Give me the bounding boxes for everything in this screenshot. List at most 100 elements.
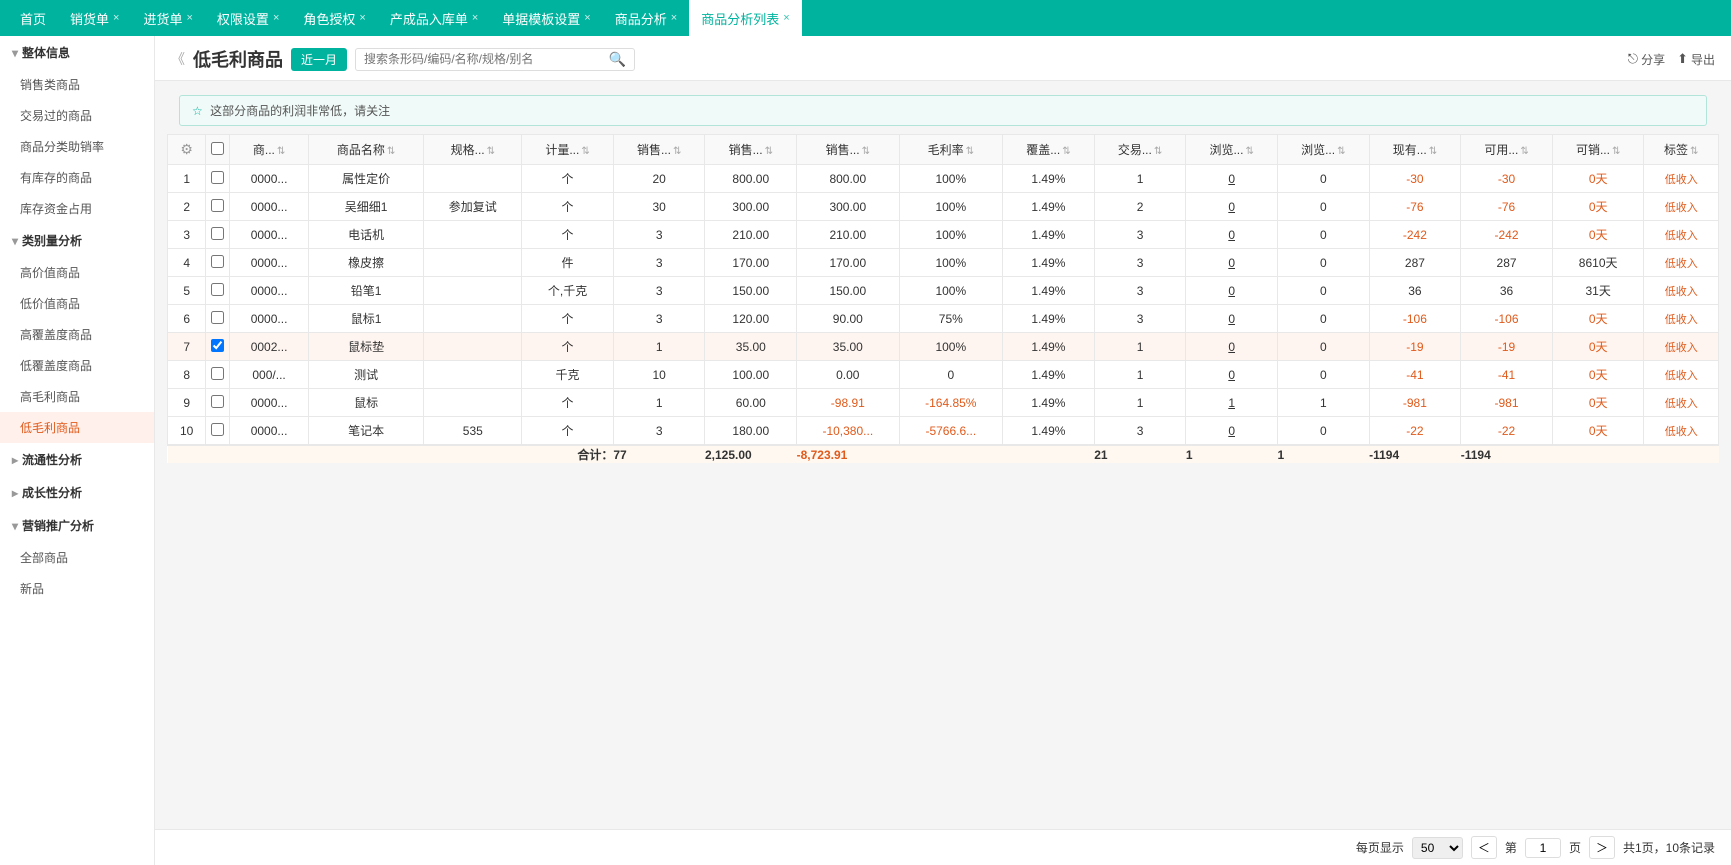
col-sales-price[interactable]: 销售...⇅ [705,135,797,165]
sidebar-item-high-coverage[interactable]: 高覆盖度商品 [0,319,154,350]
page-input[interactable] [1525,838,1561,858]
close-permissions-icon[interactable]: × [273,12,279,24]
nav-analysis-list[interactable]: 商品分析列表 × [689,0,801,36]
sidebar-item-sales-goods[interactable]: 销售类商品 [0,69,154,100]
row-checkbox[interactable] [211,199,224,212]
row-browse1[interactable]: 1 [1186,389,1278,417]
sidebar-group-marketing[interactable]: ▾ 营销推广分析 [0,509,154,542]
col-spec[interactable]: 规格...⇅ [424,135,522,165]
row-checkbox-cell[interactable] [206,193,230,221]
row-browse1[interactable]: 0 [1186,305,1278,333]
sort-tag-icon[interactable]: ⇅ [1690,146,1698,157]
sort-sq-icon[interactable]: ⇅ [673,146,681,157]
row-browse1[interactable]: 0 [1186,221,1278,249]
row-browse1[interactable]: 0 [1186,165,1278,193]
page-size-select[interactable]: 50 20 100 [1412,837,1463,859]
nav-roles[interactable]: 角色授权 × [291,0,377,36]
next-page-button[interactable]: ＞ [1589,836,1615,859]
share-button[interactable]: ⎋ 分享 [1628,51,1665,68]
row-checkbox-cell[interactable] [206,221,230,249]
sort-av-icon[interactable]: ⇅ [1520,146,1528,157]
col-saleable[interactable]: 可销...⇅ [1552,135,1644,165]
search-icon[interactable]: 🔍 [609,51,626,68]
sidebar-group-flow[interactable]: ▸ 流通性分析 [0,443,154,476]
row-checkbox[interactable] [211,227,224,240]
sidebar-item-low-value[interactable]: 低价值商品 [0,288,154,319]
nav-purchase[interactable]: 进货单 × [131,0,204,36]
row-checkbox[interactable] [211,423,224,436]
sidebar-item-high-value[interactable]: 高价值商品 [0,257,154,288]
close-templates-icon[interactable]: × [584,12,590,24]
row-browse1[interactable]: 0 [1186,333,1278,361]
sidebar-item-high-margin[interactable]: 高毛利商品 [0,381,154,412]
sort-gm-icon[interactable]: ⇅ [966,146,974,157]
prev-page-button[interactable]: ＜ [1471,836,1497,859]
row-checkbox[interactable] [211,311,224,324]
col-stock[interactable]: 现有...⇅ [1369,135,1461,165]
export-button[interactable]: ⬆ 导出 [1677,51,1715,68]
gear-icon[interactable]: ⚙ [180,141,193,157]
col-browse2[interactable]: 浏览...⇅ [1277,135,1369,165]
sidebar-item-traded-goods[interactable]: 交易过的商品 [0,100,154,131]
sort-cov-icon[interactable]: ⇅ [1062,146,1070,157]
col-code[interactable]: 商...⇅ [230,135,308,165]
col-coverage[interactable]: 覆盖...⇅ [1003,135,1095,165]
row-browse1[interactable]: 0 [1186,249,1278,277]
row-browse1[interactable]: 0 [1186,361,1278,389]
collapse-sidebar-icon[interactable]: 《 [171,49,185,69]
close-sales-icon[interactable]: × [113,12,119,24]
close-analysis-icon[interactable]: × [671,12,677,24]
close-purchase-icon[interactable]: × [186,12,192,24]
row-browse1[interactable]: 0 [1186,277,1278,305]
sort-st-icon[interactable]: ⇅ [1429,146,1437,157]
table-container[interactable]: ⚙ 商...⇅ 商品名称⇅ 规格...⇅ 计量...⇅ 销售...⇅ 销售...… [155,126,1731,829]
sort-unit-icon[interactable]: ⇅ [581,146,589,157]
sidebar-group-category[interactable]: ▾ 类别量分析 [0,224,154,257]
col-gear[interactable]: ⚙ [168,135,206,165]
filter-button[interactable]: 近一月 [291,48,347,71]
nav-templates[interactable]: 单据模板设置 × [490,0,602,36]
sidebar-item-new-goods[interactable]: 新品 [0,573,154,604]
row-checkbox-cell[interactable] [206,417,230,446]
sort-code-icon[interactable]: ⇅ [277,146,285,157]
row-checkbox-cell[interactable] [206,333,230,361]
sort-b1-icon[interactable]: ⇅ [1245,146,1253,157]
close-roles-icon[interactable]: × [359,12,365,24]
col-unit[interactable]: 计量...⇅ [522,135,614,165]
search-input[interactable] [364,52,609,66]
select-all-checkbox[interactable] [211,142,224,155]
col-trade-qty[interactable]: 交易...⇅ [1094,135,1186,165]
sort-b2-icon[interactable]: ⇅ [1337,146,1345,157]
row-checkbox[interactable] [211,339,224,352]
col-sales-amount[interactable]: 销售...⇅ [797,135,899,165]
sidebar-item-low-coverage[interactable]: 低覆盖度商品 [0,350,154,381]
sort-name-icon[interactable]: ⇅ [387,146,395,157]
row-browse1[interactable]: 0 [1186,417,1278,446]
sort-tq-icon[interactable]: ⇅ [1154,146,1162,157]
nav-permissions[interactable]: 权限设置 × [205,0,291,36]
row-checkbox-cell[interactable] [206,165,230,193]
sidebar-item-category-rate[interactable]: 商品分类助销率 [0,131,154,162]
sidebar-group-growth[interactable]: ▸ 成长性分析 [0,476,154,509]
row-browse1[interactable]: 0 [1186,193,1278,221]
close-analysis-list-icon[interactable]: × [783,12,789,24]
col-browse1[interactable]: 浏览...⇅ [1186,135,1278,165]
sidebar-item-low-margin[interactable]: 低毛利商品 [0,412,154,443]
sort-sl-icon[interactable]: ⇅ [1612,146,1620,157]
row-checkbox[interactable] [211,283,224,296]
col-gross-margin[interactable]: 毛利率⇅ [899,135,1003,165]
row-checkbox-cell[interactable] [206,389,230,417]
row-checkbox[interactable] [211,171,224,184]
sidebar-item-stocked-goods[interactable]: 有库存的商品 [0,162,154,193]
col-name[interactable]: 商品名称⇅ [308,135,424,165]
row-checkbox[interactable] [211,395,224,408]
col-sales-qty[interactable]: 销售...⇅ [613,135,705,165]
sort-spec-icon[interactable]: ⇅ [487,146,495,157]
sort-sa-icon[interactable]: ⇅ [862,146,870,157]
sidebar-item-capital[interactable]: 库存资金占用 [0,193,154,224]
row-checkbox[interactable] [211,367,224,380]
row-checkbox-cell[interactable] [206,361,230,389]
nav-home[interactable]: 首页 [8,0,58,36]
col-tag[interactable]: 标签⇅ [1644,135,1719,165]
row-checkbox[interactable] [211,255,224,268]
